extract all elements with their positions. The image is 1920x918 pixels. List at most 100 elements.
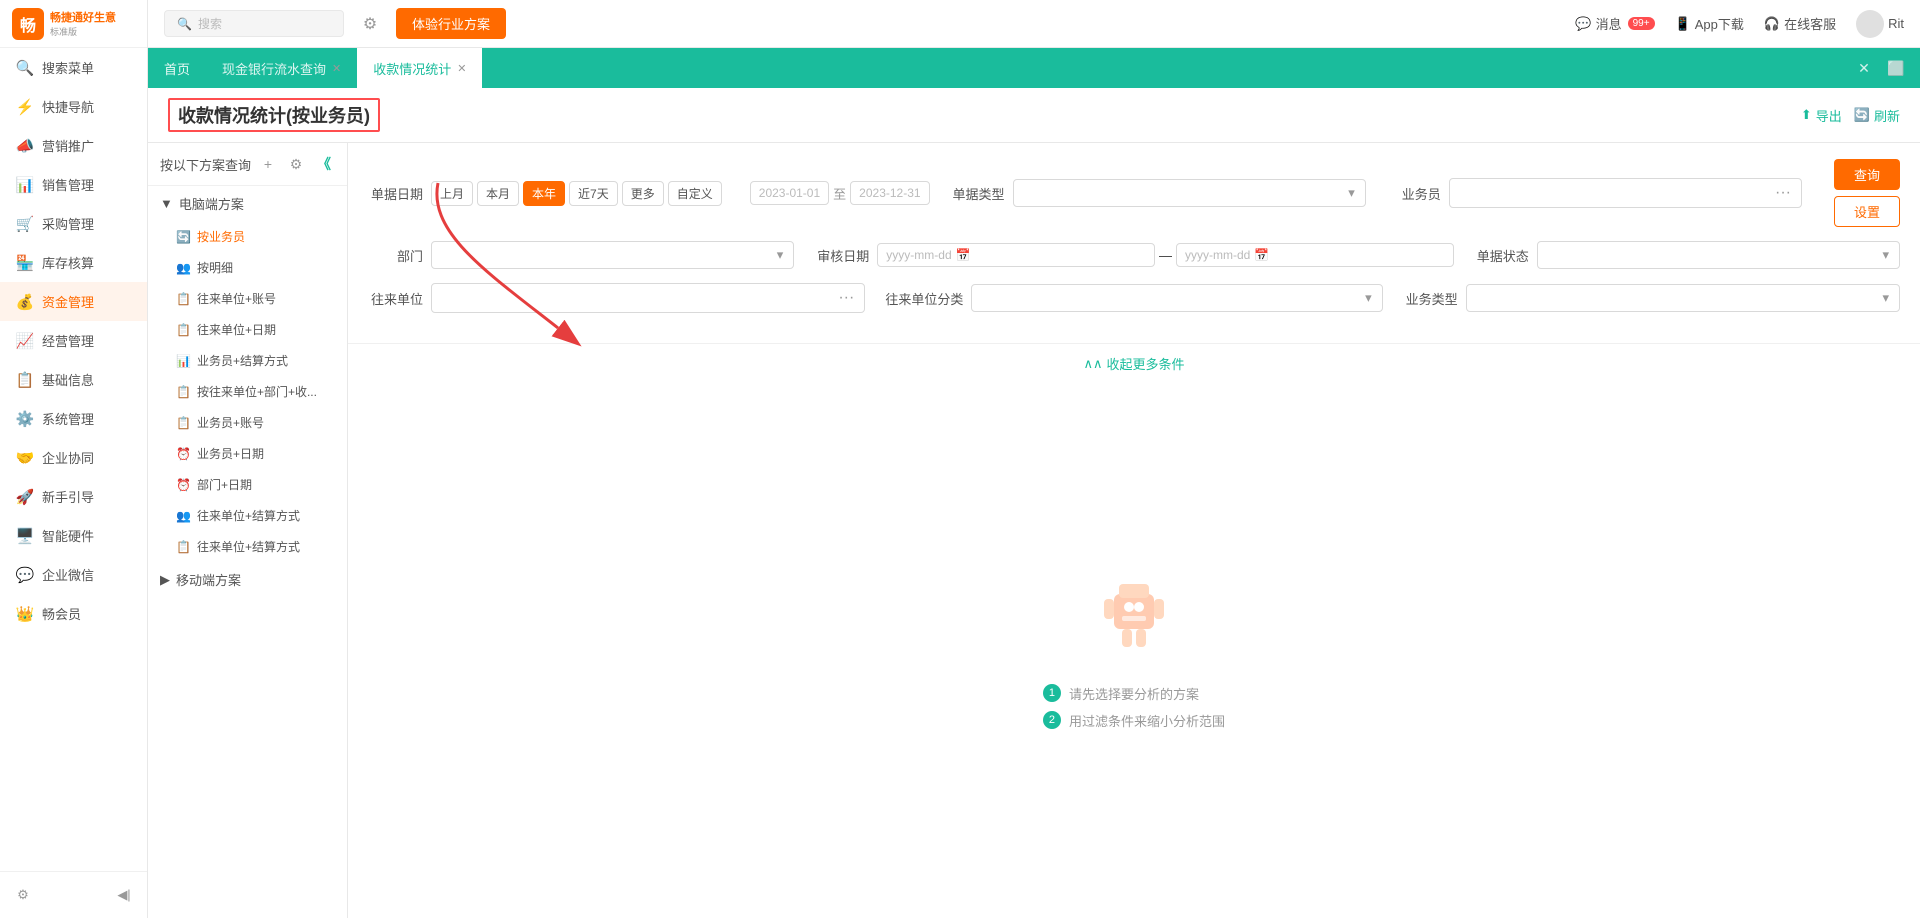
tab-receipt[interactable]: 收款情况统计 ✕ (357, 48, 482, 88)
scheme-settings-button[interactable]: ⚙ (285, 153, 307, 175)
scheme-item-unit-method2[interactable]: 📋 往来单位+结算方式 (148, 531, 347, 562)
trial-button[interactable]: 体验行业方案 (396, 8, 506, 39)
close-window-button[interactable]: ✕ (1852, 56, 1876, 80)
scheme-item-by-salesperson[interactable]: 🔄 按业务员 (148, 221, 347, 252)
scheme-item-label: 按往来单位+部门+收... (197, 383, 317, 400)
sidebar-item-inventory[interactable]: 🏪 库存核算 (0, 243, 147, 282)
doc-status-label: 单据状态 (1474, 246, 1529, 265)
audit-from-input[interactable]: yyyy-mm-dd 📅 (877, 243, 1155, 267)
sidebar-item-marketing[interactable]: 📣 营销推广 (0, 126, 147, 165)
collapse-scheme-button[interactable]: 《 (313, 153, 335, 175)
tab-bank[interactable]: 现金银行流水查询 ✕ (206, 48, 357, 88)
scheme-item-by-detail[interactable]: 👥 按明细 (148, 252, 347, 283)
date-btn-this-month[interactable]: 本月 (477, 181, 519, 206)
tab-home[interactable]: 首页 (148, 48, 206, 88)
sidebar-item-hardware[interactable]: 🖥️ 智能硬件 (0, 516, 147, 555)
sidebar-item-search[interactable]: 🔍 搜索菜单 (0, 48, 147, 87)
scheme-item-salesperson-account[interactable]: 📋 业务员+账号 (148, 407, 347, 438)
sidebar-item-finance[interactable]: 💰 资金管理 (0, 282, 147, 321)
filter-form: 单据日期 上月 本月 本年 近7天 更多 自定义 (348, 143, 1920, 343)
salesperson-more-icon[interactable]: ··· (1775, 184, 1791, 202)
topbar-right: 💬 消息 99+ 📱 App下载 🎧 在线客服 Rit (1575, 10, 1904, 38)
unit-account-icon: 📋 (176, 292, 191, 306)
sidebar-nav: 🔍 搜索菜单 ⚡ 快捷导航 📣 营销推广 📊 销售管理 🛒 采购管理 🏪 库存核… (0, 48, 147, 871)
biz-type-select[interactable]: ▾ (1466, 284, 1900, 312)
doc-status-select[interactable]: ▾ (1537, 241, 1900, 269)
message-button[interactable]: 💬 消息 99+ (1575, 14, 1654, 33)
date-btn-more[interactable]: 更多 (622, 181, 664, 206)
add-scheme-button[interactable]: + (257, 153, 279, 175)
sidebar-footer: ⚙ ◀| (0, 871, 147, 918)
sidebar-item-guide[interactable]: 🚀 新手引导 (0, 477, 147, 516)
tab-bank-close[interactable]: ✕ (332, 62, 341, 75)
field-salesperson: 业务员 ··· (1386, 178, 1802, 208)
expand-icon: ▼ (160, 196, 173, 211)
unit-date-icon: 📋 (176, 323, 191, 337)
scheme-item-unit-account[interactable]: 📋 往来单位+账号 (148, 283, 347, 314)
sidebar-item-system[interactable]: ⚙️ 系统管理 (0, 399, 147, 438)
partner-label: 往来单位 (368, 289, 423, 308)
date-to-input[interactable]: 2023-12-31 (850, 181, 929, 205)
field-doc-type: 单据类型 ▾ (950, 179, 1366, 207)
sidebar-item-label: 基础信息 (42, 370, 94, 389)
salesperson-select[interactable]: ··· (1449, 178, 1802, 208)
date-btn-7days[interactable]: 近7天 (569, 181, 618, 206)
scheme-item-unit-date[interactable]: 📋 往来单位+日期 (148, 314, 347, 345)
dept-select[interactable]: ▾ (431, 241, 794, 269)
sidebar-item-label: 库存核算 (42, 253, 94, 272)
settings-button[interactable]: 设置 (1834, 196, 1900, 227)
topbar-gear-button[interactable]: ⚙ (356, 10, 384, 38)
partner-category-select[interactable]: ▾ (971, 284, 1382, 312)
salesperson-icon: 🔄 (176, 230, 191, 244)
tab-receipt-close[interactable]: ✕ (457, 62, 466, 75)
operation-icon: 📈 (16, 332, 34, 350)
filter-area: 单据日期 上月 本月 本年 近7天 更多 自定义 (348, 143, 1920, 918)
user-profile[interactable]: Rit (1856, 10, 1904, 38)
sidebar-item-operation[interactable]: 📈 经营管理 (0, 321, 147, 360)
sidebar-item-label: 企业微信 (42, 565, 94, 584)
mobile-group-title[interactable]: ▶ 移动端方案 (148, 562, 347, 597)
partner-more-icon[interactable]: ··· (838, 289, 854, 307)
sidebar-item-enterprise[interactable]: 🤝 企业协同 (0, 438, 147, 477)
topbar-search-box[interactable]: 🔍 搜索 (164, 10, 344, 37)
mobile-scheme-group: ▶ 移动端方案 (148, 562, 347, 597)
scheme-item-salesperson-date[interactable]: ⏰ 业务员+日期 (148, 438, 347, 469)
date-btn-last-month[interactable]: 上月 (431, 181, 473, 206)
filter-row-3: 往来单位 ··· 往来单位分类 ▾ (368, 283, 1900, 313)
chevron-down-icon: ▾ (1882, 290, 1889, 306)
robot-icon (1084, 564, 1184, 664)
purchase-icon: 🛒 (16, 215, 34, 233)
date-btn-this-year[interactable]: 本年 (523, 181, 565, 206)
sidebar-item-sales[interactable]: 📊 销售管理 (0, 165, 147, 204)
collapse-bar[interactable]: ∧∧ 收起更多条件 (348, 343, 1920, 383)
sidebar-item-purchase[interactable]: 🛒 采购管理 (0, 204, 147, 243)
refresh-button[interactable]: 🔄 刷新 (1854, 106, 1900, 125)
scheme-item-dept-date[interactable]: ⏰ 部门+日期 (148, 469, 347, 500)
settings-footer-button[interactable]: ⚙ (8, 880, 38, 910)
online-service-button[interactable]: 🎧 在线客服 (1764, 14, 1836, 33)
sidebar-item-wechat[interactable]: 💬 企业微信 (0, 555, 147, 594)
scheme-item-salesperson-method[interactable]: 📊 业务员+结算方式 (148, 345, 347, 376)
query-button[interactable]: 查询 (1834, 159, 1900, 190)
app-download-button[interactable]: 📱 App下载 (1675, 14, 1744, 33)
sidebar-item-member[interactable]: 👑 畅会员 (0, 594, 147, 633)
doc-type-select[interactable]: ▾ (1013, 179, 1366, 207)
window-buttons: ✕ ⬜ (1852, 56, 1920, 80)
date-btn-custom[interactable]: 自定义 (668, 181, 722, 206)
audit-to-input[interactable]: yyyy-mm-dd 📅 (1176, 243, 1454, 267)
tabbar: 首页 现金银行流水查询 ✕ 收款情况统计 ✕ ✕ ⬜ (148, 48, 1920, 88)
biz-type-label: 业务类型 (1403, 289, 1458, 308)
marketing-icon: 📣 (16, 137, 34, 155)
date-from-input[interactable]: 2023-01-01 (750, 181, 829, 205)
scheme-item-unit-method1[interactable]: 👥 往来单位+结算方式 (148, 500, 347, 531)
export-button[interactable]: ⬆ 导出 (1801, 106, 1842, 125)
sidebar-item-basic[interactable]: 📋 基础信息 (0, 360, 147, 399)
desktop-group-title[interactable]: ▼ 电脑端方案 (148, 186, 347, 221)
collapse-sidebar-button[interactable]: ◀| (109, 880, 139, 910)
sidebar-item-quicknav[interactable]: ⚡ 快捷导航 (0, 87, 147, 126)
partner-select[interactable]: ··· (431, 283, 865, 313)
unit-dept-icon: 📋 (176, 385, 191, 399)
scheme-item-unit-dept[interactable]: 📋 按往来单位+部门+收... (148, 376, 347, 407)
scheme-panel-header: 按以下方案查询 + ⚙ 《 (148, 143, 347, 186)
maximize-window-button[interactable]: ⬜ (1884, 56, 1908, 80)
